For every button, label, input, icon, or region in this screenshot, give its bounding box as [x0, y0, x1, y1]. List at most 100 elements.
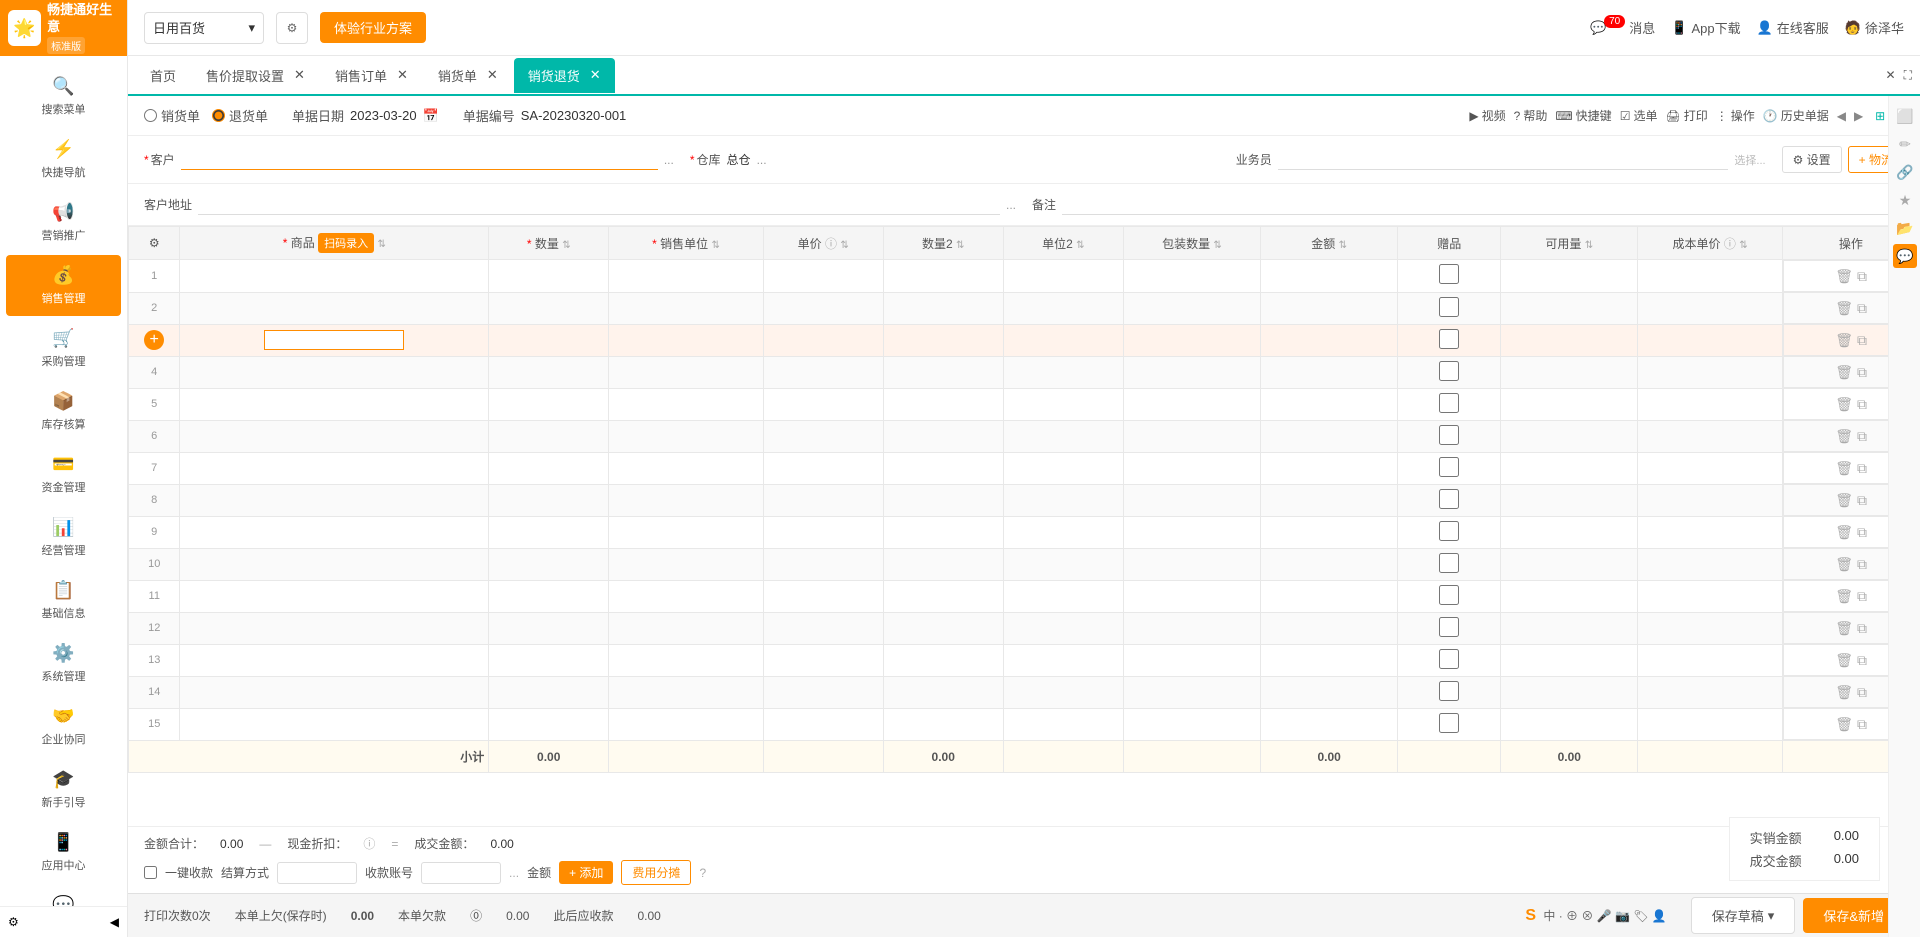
quantity-cell[interactable] — [489, 356, 609, 388]
qty2-cell[interactable] — [883, 356, 1003, 388]
unit2-cell[interactable] — [1003, 420, 1123, 452]
qty2-cell[interactable] — [883, 292, 1003, 324]
gift-checkbox[interactable] — [1439, 393, 1459, 413]
gift-cell[interactable] — [1398, 580, 1501, 612]
sidebar-item-wechat[interactable]: 💬 企业微信 — [6, 885, 121, 906]
sidebar-item-search[interactable]: 🔍 搜索菜单 — [6, 66, 121, 127]
address-input[interactable] — [198, 194, 1000, 215]
copy-row-icon[interactable]: ⧉ — [1857, 492, 1867, 509]
amount-cell[interactable] — [1261, 452, 1398, 484]
account-input[interactable] — [421, 862, 501, 884]
price-cell[interactable] — [763, 708, 883, 741]
tab-price-settings[interactable]: 售价提取设置 ✕ — [192, 58, 319, 93]
delete-row-icon[interactable]: 🗑 — [1835, 556, 1853, 573]
delete-row-icon[interactable]: 🗑 — [1835, 492, 1853, 509]
quantity-cell[interactable] — [489, 676, 609, 708]
gift-checkbox[interactable] — [1439, 329, 1459, 349]
sidebar-settings-icon[interactable]: ⚙ — [8, 915, 19, 929]
rfloat-btn-2[interactable]: ✏ — [1893, 132, 1917, 156]
warehouse-dots[interactable]: ... — [757, 153, 767, 167]
unit2-cell[interactable] — [1003, 580, 1123, 612]
quantity-cell[interactable] — [489, 324, 609, 356]
sidebar-item-basic[interactable]: 📋 基础信息 — [6, 570, 121, 631]
add-row-btn[interactable]: + — [144, 330, 164, 350]
rfloat-btn-3[interactable]: 🔗 — [1893, 160, 1917, 184]
pkg-sort[interactable]: ⇅ — [1213, 240, 1221, 251]
quantity-cell[interactable] — [489, 484, 609, 516]
settings-btn[interactable]: ⚙ 设置 — [1782, 146, 1842, 173]
gift-checkbox[interactable] — [1439, 361, 1459, 381]
shortcut-keys-btn[interactable]: ⌨ 快捷键 — [1555, 107, 1611, 124]
price-cell[interactable] — [763, 644, 883, 676]
tab-close-window[interactable]: ✕ — [1886, 68, 1896, 82]
product-cell[interactable] — [180, 516, 489, 548]
quantity-cell[interactable] — [489, 580, 609, 612]
pkg-cell[interactable] — [1123, 356, 1260, 388]
unit-cell[interactable] — [609, 420, 763, 452]
pkg-cell[interactable] — [1123, 516, 1260, 548]
gift-checkbox[interactable] — [1439, 425, 1459, 445]
qty2-cell[interactable] — [883, 452, 1003, 484]
unit-cell[interactable] — [609, 516, 763, 548]
tab-sales-return-close[interactable]: ✕ — [590, 67, 601, 83]
gift-checkbox[interactable] — [1439, 681, 1459, 701]
copy-row-icon[interactable]: ⧉ — [1857, 428, 1867, 445]
amount-cell[interactable] — [1261, 324, 1398, 356]
qty2-cell[interactable] — [883, 324, 1003, 356]
unit-cell[interactable] — [609, 356, 763, 388]
gift-cell[interactable] — [1398, 356, 1501, 388]
sidebar-item-marketing[interactable]: 📢 营销推广 — [6, 192, 121, 253]
pkg-cell[interactable] — [1123, 484, 1260, 516]
save-draft-btn[interactable]: 保存草稿 ▾ — [1691, 897, 1796, 934]
copy-row-icon[interactable]: ⧉ — [1857, 620, 1867, 637]
rfloat-btn-6[interactable]: 💬 — [1893, 244, 1917, 268]
gift-checkbox[interactable] — [1439, 713, 1459, 733]
product-cell[interactable] — [180, 484, 489, 516]
amount-cell[interactable] — [1261, 356, 1398, 388]
pkg-cell[interactable] — [1123, 580, 1260, 612]
amount-cell[interactable] — [1261, 612, 1398, 644]
price-cell[interactable] — [763, 548, 883, 580]
amount-cell[interactable] — [1261, 388, 1398, 420]
quantity-cell[interactable] — [489, 548, 609, 580]
user-group[interactable]: 🧑 徐泽华 — [1845, 18, 1904, 37]
amount-cell[interactable] — [1261, 676, 1398, 708]
product-cell[interactable] — [180, 676, 489, 708]
product-sort[interactable]: ⇅ — [377, 239, 385, 250]
unit-sort[interactable]: ⇅ — [711, 240, 719, 251]
unit-cell[interactable] — [609, 388, 763, 420]
delete-row-icon[interactable]: 🗑 — [1835, 588, 1853, 605]
copy-row-icon[interactable]: ⧉ — [1857, 364, 1867, 381]
radio-return-input[interactable] — [212, 109, 225, 122]
gift-checkbox[interactable] — [1439, 264, 1459, 284]
pkg-cell[interactable] — [1123, 388, 1260, 420]
sidebar-item-purchase[interactable]: 🛒 采购管理 — [6, 318, 121, 379]
product-cell[interactable] — [180, 644, 489, 676]
pkg-cell[interactable] — [1123, 548, 1260, 580]
pkg-cell[interactable] — [1123, 452, 1260, 484]
delete-row-icon[interactable]: 🗑 — [1835, 300, 1853, 317]
sidebar-item-enterprise[interactable]: 🤝 企业协同 — [6, 696, 121, 757]
unit-cell[interactable] — [609, 324, 763, 356]
amount-cell[interactable] — [1261, 548, 1398, 580]
gift-cell[interactable] — [1398, 676, 1501, 708]
pkg-cell[interactable] — [1123, 644, 1260, 676]
product-cell[interactable] — [180, 452, 489, 484]
price-cell[interactable] — [763, 452, 883, 484]
online-service-group[interactable]: 👤 在线客服 — [1757, 18, 1829, 37]
delete-row-icon[interactable]: 🗑 — [1835, 364, 1853, 381]
amount-cell[interactable] — [1261, 484, 1398, 516]
cost-sort[interactable]: ⇅ — [1739, 240, 1747, 251]
copy-row-icon[interactable]: ⧉ — [1857, 588, 1867, 605]
qty2-cell[interactable] — [883, 420, 1003, 452]
product-cell[interactable] — [180, 548, 489, 580]
equals-icon[interactable]: = — [391, 837, 398, 851]
product-input[interactable] — [264, 330, 404, 350]
gift-cell[interactable] — [1398, 260, 1501, 293]
sidebar-item-finance[interactable]: 💳 资金管理 — [6, 444, 121, 505]
tab-home[interactable]: 首页 — [136, 58, 190, 93]
amount-cell[interactable] — [1261, 292, 1398, 324]
fee-split-btn[interactable]: 费用分摊 — [621, 860, 691, 885]
quantity-cell[interactable] — [489, 292, 609, 324]
unit2-cell[interactable] — [1003, 708, 1123, 741]
